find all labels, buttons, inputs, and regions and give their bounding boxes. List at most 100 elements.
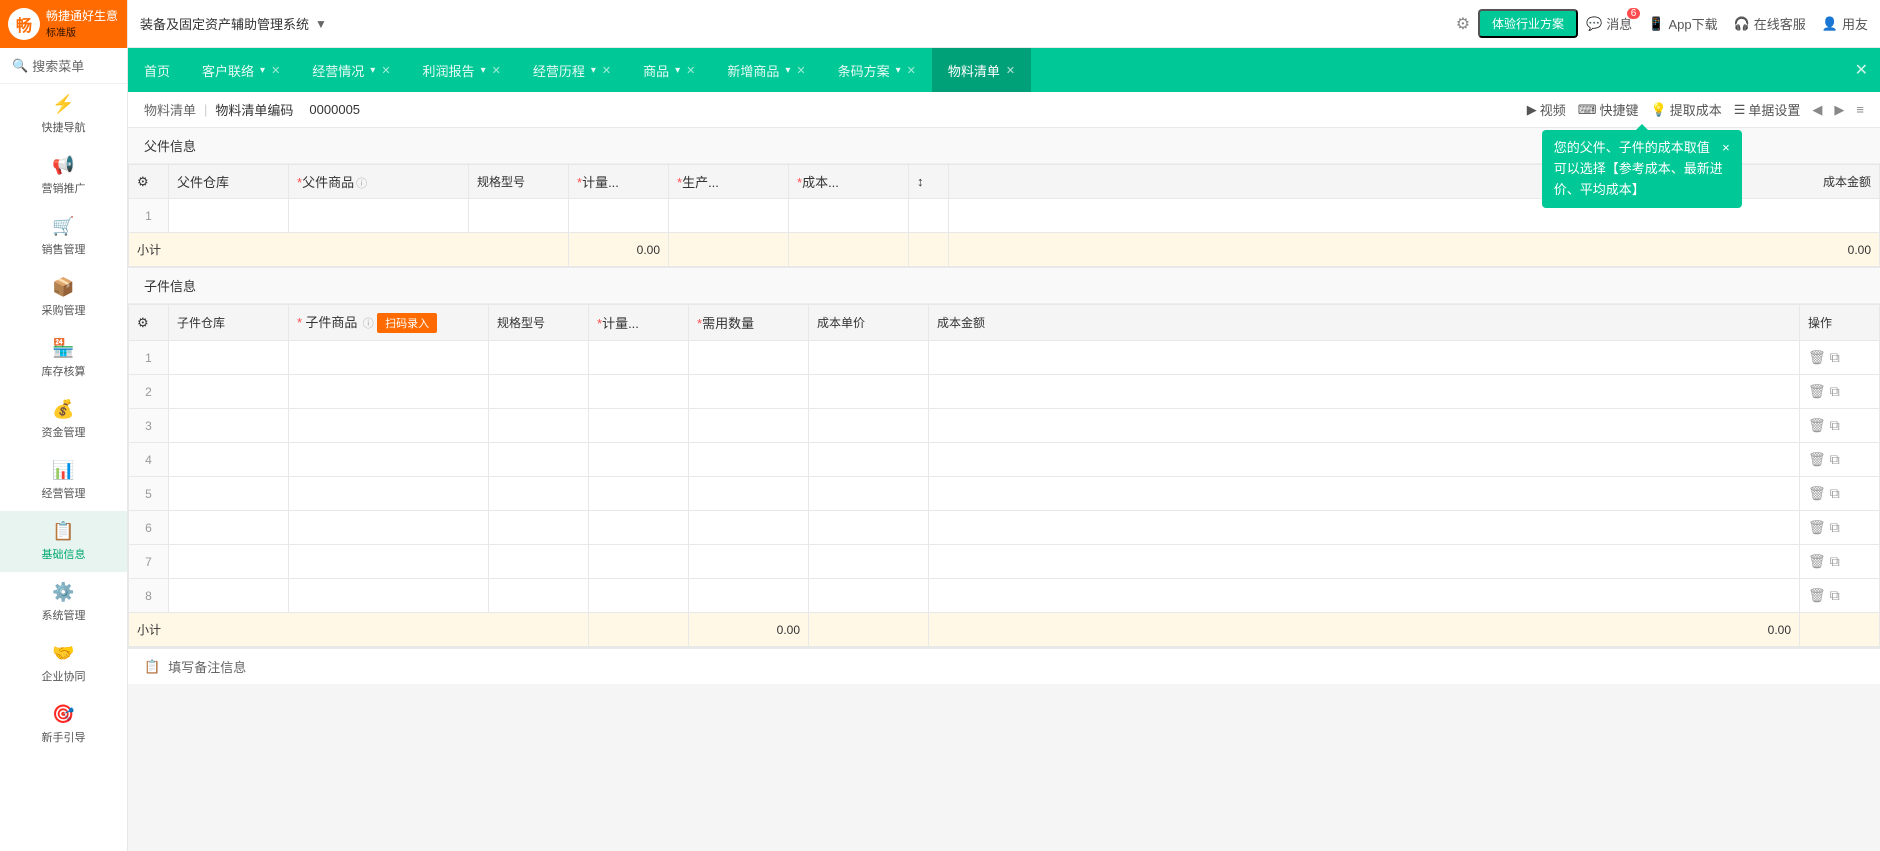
delete-icon-row5[interactable]: 🗑 xyxy=(1808,485,1826,502)
copy-icon-row7[interactable]: ⧉ xyxy=(1830,553,1840,570)
tab-customer[interactable]: 客户联络 ▾ ✕ xyxy=(186,48,296,92)
child-row-1-unit[interactable] xyxy=(589,341,689,375)
parent-col-sort[interactable]: ↕ xyxy=(909,165,949,199)
brand-sub: 标准版 xyxy=(46,24,118,39)
parent-row-1-spec[interactable] xyxy=(469,199,569,233)
parent-row-1-goods[interactable] xyxy=(289,199,469,233)
nav-tabs: 首页 客户联络 ▾ ✕ 经营情况 ▾ ✕ 利润报告 ▾ ✕ 经营历程 ▾ ✕ 商… xyxy=(128,48,1880,92)
shortcut-button[interactable]: ⌨ 快捷键 xyxy=(1578,100,1639,119)
sidebar-item-system[interactable]: ⚙️ 系统管理 xyxy=(0,572,127,633)
doc-settings-button[interactable]: ☰ 单据设置 xyxy=(1734,100,1801,119)
parent-row-1-produce[interactable] xyxy=(669,199,789,233)
copy-icon-row5[interactable]: ⧉ xyxy=(1830,485,1840,502)
user-menu-button[interactable]: 👤 用友 xyxy=(1822,14,1868,33)
child-settings-icon: ⚙ xyxy=(137,315,149,330)
tab-bom-close[interactable]: ✕ xyxy=(1006,64,1015,77)
copy-icon-row2[interactable]: ⧉ xyxy=(1830,383,1840,400)
parent-row-1-num: 1 xyxy=(129,199,169,233)
parent-col-settings[interactable]: ⚙ xyxy=(129,165,169,199)
copy-icon-row6[interactable]: ⧉ xyxy=(1830,519,1840,536)
tooltip-close-button[interactable]: × xyxy=(1722,138,1730,159)
parent-subtotal-unit: 0.00 xyxy=(569,233,669,267)
child-section-title: 子件信息 xyxy=(128,268,1880,304)
topbar-sys-name: 装备及固定资产辅助管理系统 ▼ xyxy=(140,14,1448,33)
tab-barcode[interactable]: 条码方案 ▾ ✕ xyxy=(822,48,932,92)
trial-button[interactable]: 体验行业方案 xyxy=(1478,9,1578,38)
message-button[interactable]: 💬 消息 6 xyxy=(1586,14,1632,33)
child-row-1-spec[interactable] xyxy=(489,341,589,375)
sidebar-item-inventory[interactable]: 🏪 库存核算 xyxy=(0,328,127,389)
delete-icon-row7[interactable]: 🗑 xyxy=(1808,553,1826,570)
tab-barcode-close[interactable]: ✕ xyxy=(907,64,916,77)
sidebar-item-purchase[interactable]: 📦 采购管理 xyxy=(0,267,127,328)
tab-customer-close[interactable]: ✕ xyxy=(271,64,280,77)
user-icon: 👤 xyxy=(1822,16,1838,32)
tab-goods-close[interactable]: ✕ xyxy=(686,64,695,77)
nav-next-button[interactable]: ▶ xyxy=(1834,102,1844,118)
delete-icon-row2[interactable]: 🗑 xyxy=(1808,383,1826,400)
child-row-1-warehouse[interactable] xyxy=(169,341,289,375)
child-row-1-qty[interactable] xyxy=(689,341,809,375)
video-button[interactable]: ▶ 视频 xyxy=(1527,100,1566,119)
tab-newgoods-close[interactable]: ✕ xyxy=(796,64,805,77)
tab-close-all[interactable]: ✕ xyxy=(1843,60,1880,80)
sidebar-item-basic[interactable]: 📋 基础信息 xyxy=(0,511,127,572)
tab-profit[interactable]: 利润报告 ▾ ✕ xyxy=(407,48,517,92)
scan-button[interactable]: 扫码录入 xyxy=(377,313,437,333)
sidebar: 畅 畅捷通好生意 标准版 🔍 搜索菜单 ⚡ 快捷导航 📢 营销推广 🛒 销售管理… xyxy=(0,0,128,851)
grid-view-button[interactable]: ≡ xyxy=(1856,102,1864,117)
tab-op-history[interactable]: 经营历程 ▾ ✕ xyxy=(517,48,627,92)
sidebar-item-enterprise[interactable]: 🤝 企业协同 xyxy=(0,633,127,694)
main-area: 装备及固定资产辅助管理系统 ▼ ⚙ 体验行业方案 💬 消息 6 📱 App下载 … xyxy=(128,0,1880,851)
copy-icon-row1[interactable]: ⧉ xyxy=(1830,349,1840,366)
parent-row-1-warehouse[interactable] xyxy=(169,199,289,233)
sidebar-item-quicknav[interactable]: ⚡ 快捷导航 xyxy=(0,84,127,145)
delete-icon-row4[interactable]: 🗑 xyxy=(1808,451,1826,468)
sort-icon: ↕ xyxy=(917,174,924,189)
parent-row-1-unit[interactable] xyxy=(569,199,669,233)
copy-icon-row8[interactable]: ⧉ xyxy=(1830,587,1840,604)
shortcut-icon: ⌨ xyxy=(1578,102,1597,118)
sidebar-item-marketing[interactable]: 📢 营销推广 xyxy=(0,145,127,206)
search-icon: 🔍 xyxy=(12,58,28,74)
tooltip-text: 您的父件、子件的成本取值可以选择【参考成本、最新进价、平均成本】 xyxy=(1554,140,1723,197)
delete-icon-row8[interactable]: 🗑 xyxy=(1808,587,1826,604)
parent-col-goods: *父件商品ⓘ xyxy=(289,165,469,199)
child-col-settings[interactable]: ⚙ xyxy=(129,305,169,341)
gear-icon[interactable]: ⚙ xyxy=(1456,14,1470,34)
parent-row-1-cost[interactable] xyxy=(789,199,909,233)
parent-col-warehouse: 父件仓库 xyxy=(169,165,289,199)
child-row-5: 5 🗑⧉ xyxy=(129,477,1880,511)
tab-opstatus-close[interactable]: ✕ xyxy=(381,64,390,77)
sidebar-item-finance[interactable]: 💰 资金管理 xyxy=(0,389,127,450)
sidebar-item-guide[interactable]: 🎯 新手引导 xyxy=(0,694,127,755)
delete-icon-row3[interactable]: 🗑 xyxy=(1808,417,1826,434)
copy-icon-row3[interactable]: ⧉ xyxy=(1830,417,1840,434)
tab-new-goods[interactable]: 新增商品 ▾ ✕ xyxy=(711,48,821,92)
online-service-button[interactable]: 🎧 在线客服 xyxy=(1734,14,1806,33)
app-download-button[interactable]: 📱 App下载 xyxy=(1648,14,1717,33)
tab-goods[interactable]: 商品 ▾ ✕ xyxy=(627,48,711,92)
tab-home[interactable]: 首页 xyxy=(128,48,186,92)
sidebar-item-search[interactable]: 🔍 搜索菜单 xyxy=(0,48,127,84)
tab-profit-close[interactable]: ✕ xyxy=(492,64,501,77)
nav-prev-button[interactable]: ◀ xyxy=(1812,102,1822,118)
child-row-1-unit-cost[interactable] xyxy=(809,341,929,375)
sys-dropdown-icon[interactable]: ▼ xyxy=(315,17,327,31)
delete-icon-row6[interactable]: 🗑 xyxy=(1808,519,1826,536)
sidebar-item-operation[interactable]: 📊 经营管理 xyxy=(0,450,127,511)
bottom-note-area[interactable]: 📋 填写备注信息 xyxy=(128,648,1880,684)
parent-col-spec: 规格型号 xyxy=(469,165,569,199)
child-row-1-num: 1 xyxy=(129,341,169,375)
child-row-1-goods[interactable] xyxy=(289,341,489,375)
tab-bom[interactable]: 物料清单 ✕ xyxy=(932,48,1031,92)
video-label: 视频 xyxy=(1540,100,1566,119)
tab-operation-status[interactable]: 经营情况 ▾ ✕ xyxy=(296,48,406,92)
delete-icon-row1[interactable]: 🗑 xyxy=(1808,349,1826,366)
extract-cost-button[interactable]: 💡 提取成本 × 您的父件、子件的成本取值可以选择【参考成本、最新进价、平均成本… xyxy=(1651,100,1722,119)
copy-icon-row4[interactable]: ⧉ xyxy=(1830,451,1840,468)
inventory-label: 库存核算 xyxy=(42,363,86,379)
quicknav-label: 快捷导航 xyxy=(42,119,86,135)
sidebar-item-sales[interactable]: 🛒 销售管理 xyxy=(0,206,127,267)
tab-ophistory-close[interactable]: ✕ xyxy=(602,64,611,77)
